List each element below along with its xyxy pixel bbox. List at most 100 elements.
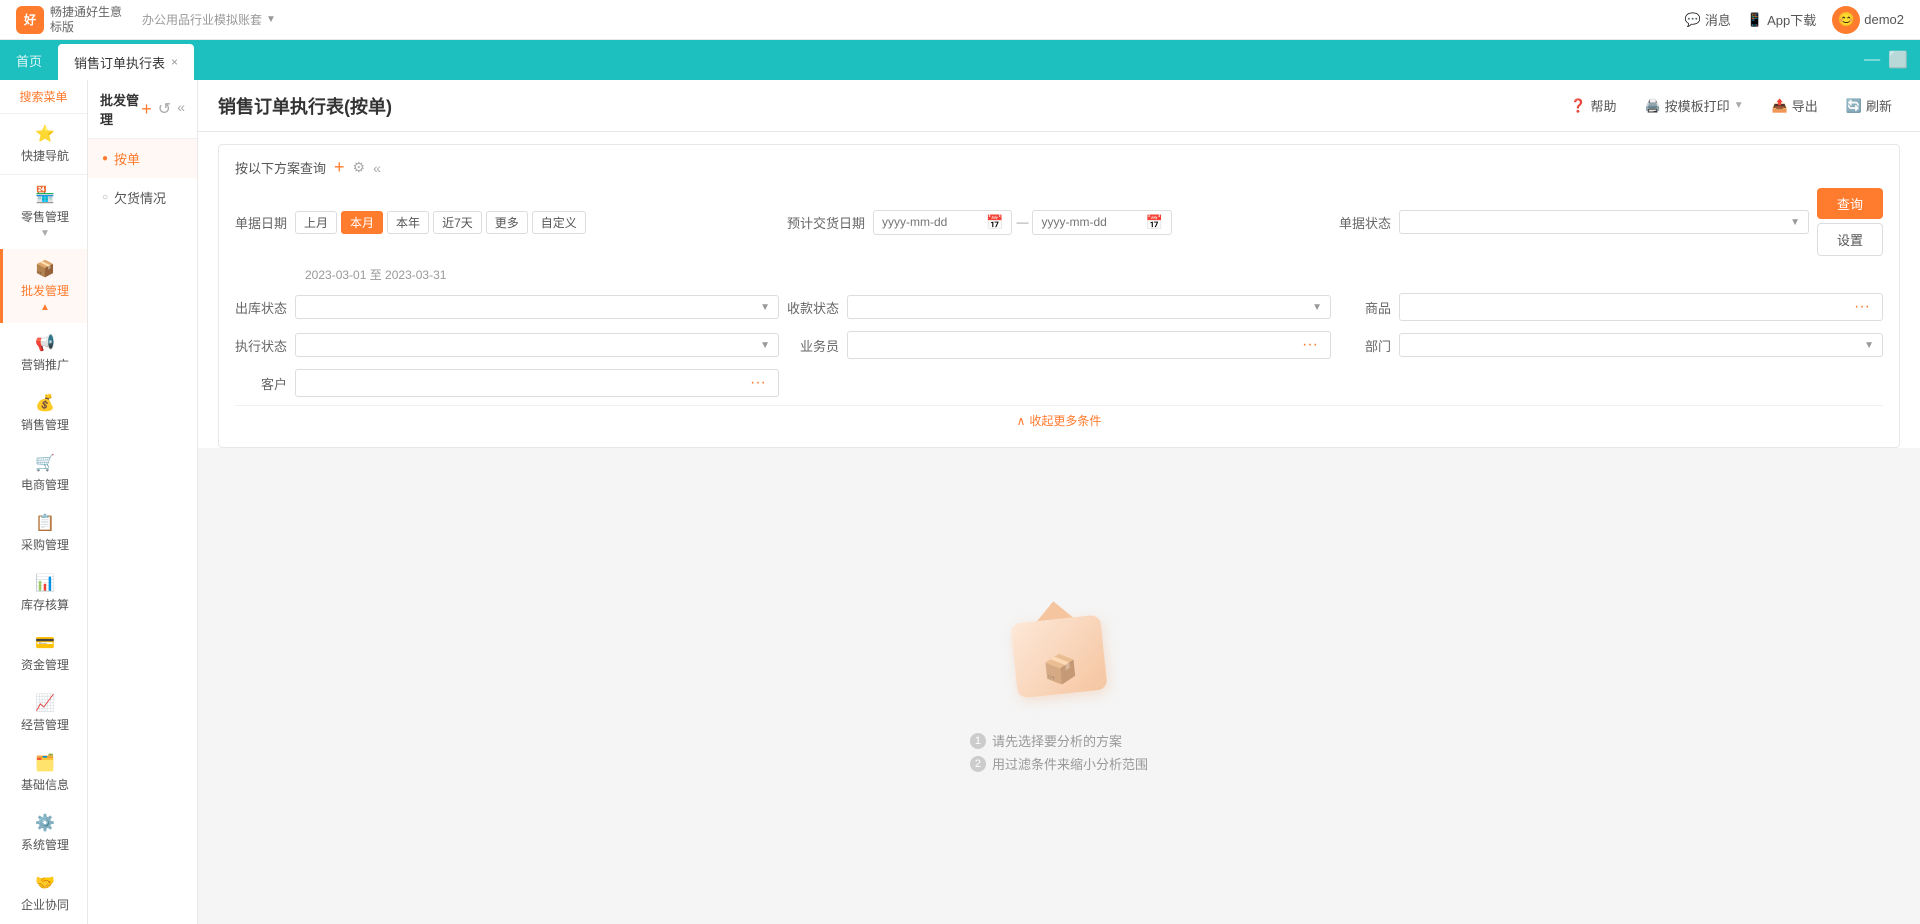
sub-sidebar-collapse-icon[interactable]: « [177, 99, 185, 120]
empty-illustration: 📦 [989, 599, 1129, 719]
sidebar-item-marketing[interactable]: 📢 营销推广 [0, 323, 87, 383]
shipment-arrow-icon: ▼ [760, 302, 770, 313]
period-btn-more[interactable]: 更多 [486, 211, 528, 234]
sidebar: 搜索菜单 ⭐ 快捷导航 🏪 零售管理 ▼ 📦 批发管理 ▲ 📢 营销推广 💰 [0, 80, 88, 924]
calendar-start-icon[interactable]: 📅 [986, 214, 1003, 231]
shipment-status-select[interactable] [304, 300, 756, 314]
expected-date-end-wrap: 📅 [1032, 210, 1171, 235]
sidebar-item-operation[interactable]: 📈 经营管理 [0, 683, 87, 743]
scheme-label: 按以下方案查询 [235, 158, 326, 177]
print-arrow-icon: ▼ [1734, 100, 1744, 111]
department-select[interactable] [1408, 338, 1860, 352]
filter-item-salesperson: 业务员 ··· [787, 331, 1331, 359]
filter-item-department: 部门 ▼ [1339, 331, 1883, 359]
department-label: 部门 [1339, 336, 1399, 355]
sidebar-section: 🏪 零售管理 ▼ 📦 批发管理 ▲ 📢 营销推广 💰 销售管理 🛒 电商管理 [0, 174, 87, 924]
filter-row-3: 执行状态 ▼ 业务员 ··· 部门 [235, 331, 1883, 359]
date-separator: — [1016, 215, 1028, 229]
message-button[interactable]: 💬 消息 [1685, 10, 1731, 29]
avatar: 😊 [1832, 6, 1860, 34]
help-button[interactable]: ❓ 帮助 [1562, 92, 1624, 119]
customer-input[interactable] [304, 376, 746, 390]
collapse-arrow-icon: ∧ [1017, 414, 1026, 428]
filter-row-1: 单据日期 上月 本月 本年 近7天 更多 自定义 [235, 188, 1883, 256]
tab-home[interactable]: 首页 [0, 40, 58, 80]
sub-sidebar-dot-inactive: ○ [102, 192, 108, 203]
breadcrumb-arrow-icon[interactable]: ▼ [266, 14, 276, 25]
salesperson-input[interactable] [856, 338, 1298, 352]
help-icon: ❓ [1570, 98, 1586, 114]
print-button[interactable]: 🖨️ 按模板打印 ▼ [1636, 92, 1751, 119]
tip2-text: 用过滤条件来缩小分析范围 [992, 754, 1148, 773]
sub-sidebar-add-icon[interactable]: + [141, 99, 152, 120]
print-icon: 🖨️ [1644, 98, 1660, 114]
sidebar-item-system[interactable]: ⚙️ 系统管理 [0, 803, 87, 863]
sidebar-item-basic[interactable]: 🗂️ 基础信息 [0, 743, 87, 803]
sidebar-item-purchase[interactable]: 📋 采购管理 [0, 503, 87, 563]
nav-tabs: 首页 销售订单执行表 × — ⬜ [0, 40, 1920, 80]
period-btn-this-year[interactable]: 本年 [387, 211, 429, 234]
scheme-collapse-icon[interactable]: « [373, 160, 381, 176]
period-btn-last-month[interactable]: 上月 [295, 211, 337, 234]
expected-date-start-input[interactable] [882, 215, 982, 229]
doc-status-select[interactable] [1408, 215, 1786, 229]
sub-sidebar-refresh-icon[interactable]: ↺ [158, 99, 171, 120]
payment-status-select[interactable] [856, 300, 1308, 314]
export-button[interactable]: 📤 导出 [1764, 92, 1826, 119]
user-menu[interactable]: 😊 demo2 [1832, 6, 1904, 34]
tab-close-icon[interactable]: × [171, 55, 178, 69]
product-more-icon[interactable]: ··· [1850, 298, 1874, 316]
app-download-button[interactable]: 📱 App下载 [1747, 10, 1816, 29]
top-bar: 好 畅捷通好生意 标版 办公用品行业模拟账套 ▼ 💬 消息 📱 App下载 😊 … [0, 0, 1920, 40]
empty-box-lid [1035, 599, 1073, 621]
query-button[interactable]: 查询 [1817, 188, 1883, 219]
sidebar-search[interactable]: 搜索菜单 [0, 80, 87, 114]
filter-row-4-empty-col2 [787, 369, 1331, 397]
filter-item-date: 单据日期 上月 本月 本年 近7天 更多 自定义 [235, 188, 779, 256]
period-btn-this-month[interactable]: 本月 [341, 211, 383, 234]
settings-button[interactable]: 设置 [1817, 223, 1883, 256]
salesperson-input-wrap: ··· [847, 331, 1331, 359]
expected-date-end-input[interactable] [1041, 215, 1141, 229]
expected-date-controls: 📅 — 📅 [873, 210, 1331, 235]
sidebar-item-ecommerce[interactable]: 🛒 电商管理 [0, 443, 87, 503]
exec-status-select[interactable] [304, 338, 756, 352]
minimize-button[interactable]: — [1864, 51, 1880, 69]
tip1-text: 请先选择要分析的方案 [992, 731, 1122, 750]
sidebar-item-retail[interactable]: 🏪 零售管理 ▼ [0, 175, 87, 249]
collapse-button[interactable]: ∧ 收起更多条件 [235, 405, 1883, 435]
customer-input-wrap: ··· [295, 369, 779, 397]
empty-tips: 1 请先选择要分析的方案 2 用过滤条件来缩小分析范围 [970, 731, 1148, 773]
sidebar-item-sales[interactable]: 💰 销售管理 [0, 383, 87, 443]
tab-sales-order[interactable]: 销售订单执行表 × [58, 44, 194, 80]
empty-box: 📦 [1010, 615, 1107, 699]
period-btn-7days[interactable]: 近7天 [433, 211, 482, 234]
scheme-add-icon[interactable]: + [334, 157, 345, 178]
tip2-num: 2 [970, 756, 986, 772]
sidebar-item-shortcut[interactable]: ⭐ 快捷导航 [0, 114, 87, 174]
product-input[interactable] [1408, 300, 1850, 314]
sub-sidebar: 批发管理 + ↺ « ● 按单 ○ 欠货情况 [88, 80, 198, 924]
refresh-button[interactable]: 🔄 刷新 [1838, 92, 1900, 119]
maximize-button[interactable]: ⬜ [1888, 50, 1908, 70]
product-input-wrap: ··· [1399, 293, 1883, 321]
period-btn-custom[interactable]: 自定义 [532, 211, 586, 234]
filter-row-4-empty-col3 [1339, 369, 1883, 397]
sub-sidebar-item-order[interactable]: ● 按单 [88, 139, 197, 178]
filter-item-payment: 收款状态 ▼ [787, 293, 1331, 321]
sub-sidebar-actions: + ↺ « [141, 99, 185, 120]
page-title: 销售订单执行表(按单) [218, 93, 392, 119]
sidebar-item-wholesale[interactable]: 📦 批发管理 ▲ [0, 249, 87, 323]
customer-more-icon[interactable]: ··· [746, 374, 770, 392]
customer-label: 客户 [235, 374, 295, 393]
logo-icon: 好 [16, 6, 44, 34]
salesperson-more-icon[interactable]: ··· [1298, 336, 1322, 354]
filter-row-2: 出库状态 ▼ 收款状态 ▼ 商品 [235, 293, 1883, 321]
logo-text: 畅捷通好生意 标版 [50, 5, 122, 34]
sidebar-item-inventory[interactable]: 📊 库存核算 [0, 563, 87, 623]
calendar-end-icon[interactable]: 📅 [1145, 214, 1162, 231]
sidebar-item-finance[interactable]: 💳 资金管理 [0, 623, 87, 683]
scheme-settings-icon[interactable]: ⚙ [353, 159, 366, 176]
sub-sidebar-item-debt[interactable]: ○ 欠货情况 [88, 178, 197, 217]
sidebar-item-enterprise[interactable]: 🤝 企业协同 [0, 863, 87, 923]
